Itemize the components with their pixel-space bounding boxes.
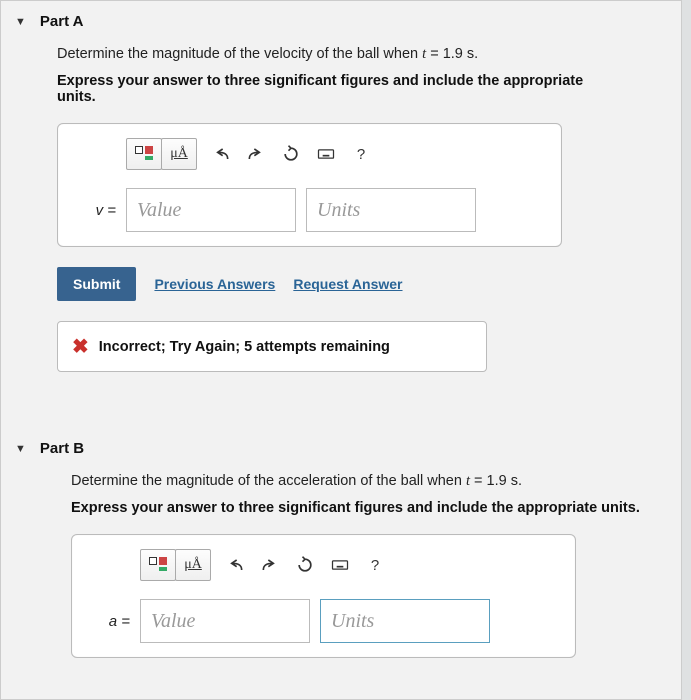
part-a-instructions: Express your answer to three significant… — [57, 73, 625, 105]
special-chars-button[interactable]: μÅ — [175, 549, 211, 581]
reset-button[interactable] — [287, 549, 323, 581]
request-answer-link[interactable]: Request Answer — [293, 276, 402, 292]
keyboard-icon — [330, 555, 350, 575]
help-button[interactable]: ? — [343, 138, 379, 170]
collapse-icon: ▼ — [15, 443, 26, 455]
part-a-header[interactable]: ▼ Part A — [1, 1, 681, 46]
undo-icon — [225, 555, 245, 575]
toolbar: μÅ ? — [140, 549, 561, 581]
undo-button[interactable] — [203, 138, 239, 170]
format-button[interactable] — [140, 549, 176, 581]
redo-icon — [260, 555, 280, 575]
format-button[interactable] — [126, 138, 162, 170]
units-input[interactable] — [320, 599, 490, 643]
keyboard-icon — [316, 144, 336, 164]
toolbar: μÅ ? — [126, 138, 547, 170]
reset-icon — [295, 555, 315, 575]
input-row: a = — [86, 599, 561, 643]
collapse-icon: ▼ — [15, 16, 26, 28]
undo-button[interactable] — [217, 549, 253, 581]
part-a-answer-box: μÅ ? v = — [57, 123, 562, 247]
part-b-answer-box: μÅ ? a = — [71, 534, 576, 658]
submit-button[interactable]: Submit — [57, 267, 136, 301]
variable-label: v = — [72, 202, 116, 219]
value-input[interactable] — [126, 188, 296, 232]
feedback-box: ✖ Incorrect; Try Again; 5 attempts remai… — [57, 321, 487, 372]
previous-answers-link[interactable]: Previous Answers — [154, 276, 275, 292]
part-b-title: Part B — [40, 440, 84, 457]
reset-icon — [281, 144, 301, 164]
variable-label: a = — [86, 613, 130, 630]
submit-row: Submit Previous Answers Request Answer — [57, 267, 625, 301]
special-chars-button[interactable]: μÅ — [161, 138, 197, 170]
part-a-prompt: Determine the magnitude of the velocity … — [57, 46, 625, 63]
redo-icon — [246, 144, 266, 164]
redo-button[interactable] — [238, 138, 274, 170]
incorrect-icon: ✖ — [72, 334, 89, 359]
undo-icon — [211, 144, 231, 164]
help-button[interactable]: ? — [357, 549, 393, 581]
input-row: v = — [72, 188, 547, 232]
keyboard-button[interactable] — [322, 549, 358, 581]
part-b-instructions: Express your answer to three significant… — [71, 500, 651, 516]
units-input[interactable] — [306, 188, 476, 232]
part-b-header[interactable]: ▼ Part B — [1, 428, 681, 473]
value-input[interactable] — [140, 599, 310, 643]
keyboard-button[interactable] — [308, 138, 344, 170]
reset-button[interactable] — [273, 138, 309, 170]
part-b-prompt: Determine the magnitude of the accelerat… — [71, 473, 651, 490]
part-a-title: Part A — [40, 13, 84, 30]
feedback-text: Incorrect; Try Again; 5 attempts remaini… — [99, 339, 390, 355]
redo-button[interactable] — [252, 549, 288, 581]
